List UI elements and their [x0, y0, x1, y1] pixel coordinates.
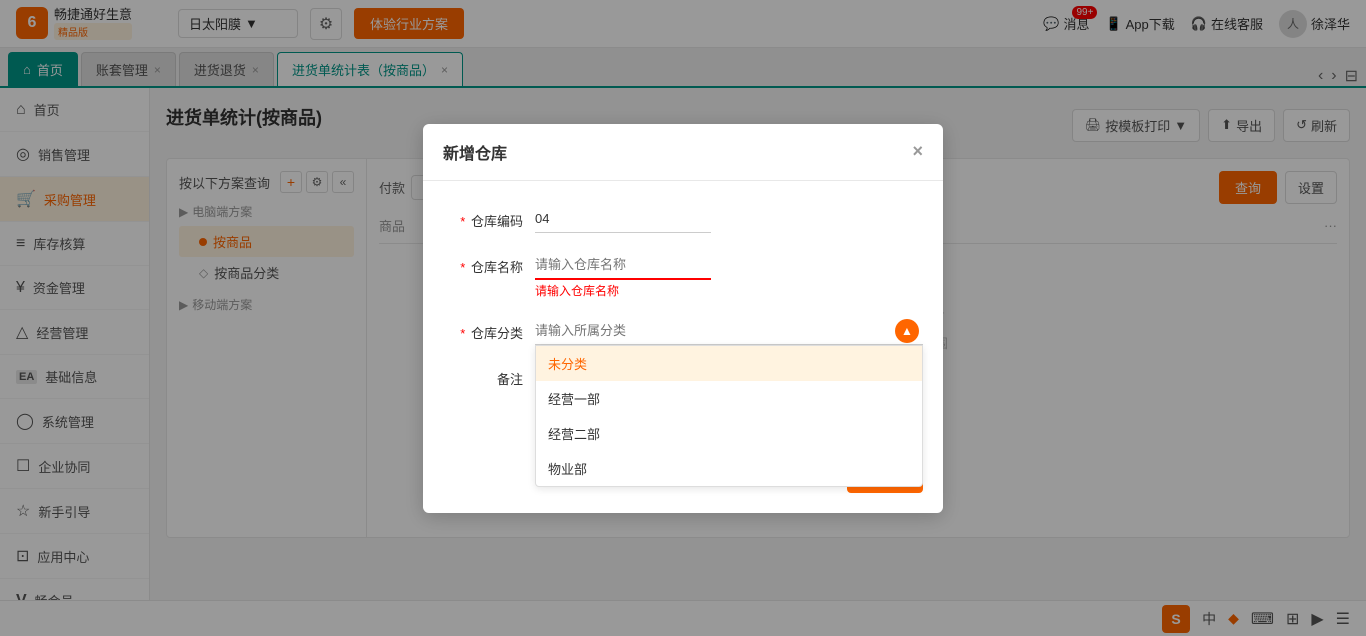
dropdown-item-property[interactable]: 物业部: [536, 451, 922, 486]
warehouse-name-input[interactable]: [535, 251, 711, 280]
notes-label: 备注: [443, 363, 523, 388]
warehouse-name-error: 请输入仓库名称: [535, 282, 923, 299]
dialog-header: 新增仓库 ×: [423, 124, 943, 181]
dropdown-toggle-button[interactable]: ▲: [895, 319, 919, 343]
warehouse-category-row: * 仓库分类 ▲ 未分类 经营一部 经营二部 物业部: [443, 317, 923, 345]
new-warehouse-dialog: 新增仓库 × * 仓库编码 * 仓库名称: [423, 124, 943, 513]
modal-overlay[interactable]: 新增仓库 × * 仓库编码 * 仓库名称: [0, 0, 1366, 636]
dropdown-item-unclassified[interactable]: 未分类: [536, 346, 922, 381]
dialog-title: 新增仓库: [443, 140, 507, 164]
warehouse-name-label: * 仓库名称: [443, 251, 523, 276]
warehouse-code-input[interactable]: [535, 205, 711, 233]
warehouse-category-label: * 仓库分类: [443, 317, 523, 342]
dropdown-item-dept1[interactable]: 经营一部: [536, 381, 922, 416]
category-dropdown-wrapper: ▲ 未分类 经营一部 经营二部 物业部: [535, 317, 923, 345]
category-input[interactable]: [535, 317, 923, 345]
warehouse-code-label: * 仓库编码: [443, 205, 523, 230]
category-dropdown-list: 未分类 经营一部 经营二部 物业部: [535, 345, 923, 487]
warehouse-name-row: * 仓库名称 请输入仓库名称: [443, 251, 923, 299]
dropdown-item-dept2[interactable]: 经营二部: [536, 416, 922, 451]
warehouse-code-row: * 仓库编码: [443, 205, 923, 233]
dialog-body: * 仓库编码 * 仓库名称 请输入仓库名称: [423, 181, 943, 457]
dialog-close-button[interactable]: ×: [912, 141, 923, 162]
